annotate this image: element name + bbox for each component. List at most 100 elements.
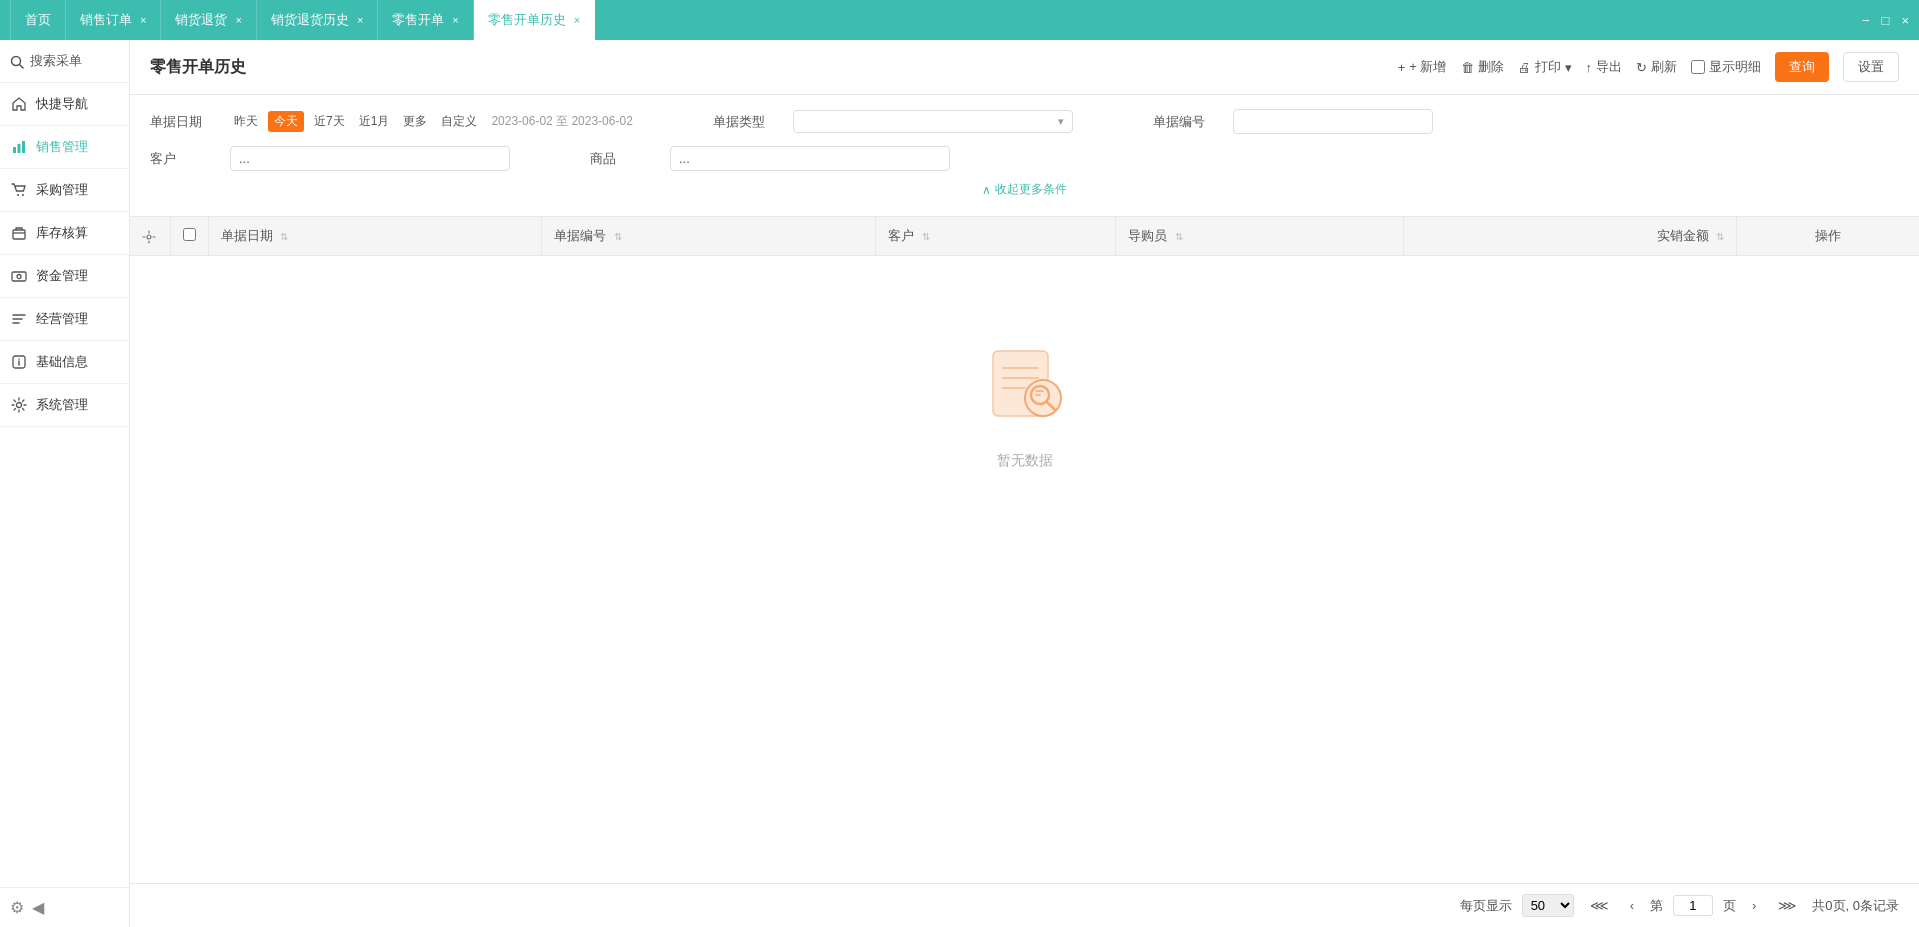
sidebar-item-basic-info[interactable]: 基础信息 <box>0 341 129 384</box>
sidebar-item-basic-info-label: 基础信息 <box>36 353 88 371</box>
date-btn-custom[interactable]: 自定义 <box>437 111 481 132</box>
sidebar-search[interactable]: 搜索采单 <box>0 40 129 83</box>
date-btn-today[interactable]: 今天 <box>268 111 304 132</box>
sidebar-collapse-btn[interactable]: ◀ <box>32 898 44 917</box>
col-amount-sort-icon: ⇅ <box>1716 231 1724 242</box>
sidebar-item-operations[interactable]: 经营管理 <box>0 298 129 341</box>
display-detail-toggle[interactable]: 显示明细 <box>1691 58 1761 76</box>
tab-sales-order[interactable]: 销售订单 × <box>66 0 161 40</box>
next-page-btn[interactable]: › <box>1746 896 1762 915</box>
date-btn-more[interactable]: 更多 <box>399 111 431 132</box>
tab-retail-history-close[interactable]: × <box>574 14 580 26</box>
sidebar-item-quick-nav[interactable]: 快捷导航 <box>0 83 129 126</box>
sidebar-item-purchase[interactable]: 采购管理 <box>0 169 129 212</box>
add-label: + 新增 <box>1409 58 1446 76</box>
last-page-btn[interactable]: ⋙ <box>1772 896 1802 915</box>
sidebar-item-finance[interactable]: 资金管理 <box>0 255 129 298</box>
sidebar-search-label: 搜索采单 <box>30 52 82 70</box>
col-number-label: 单据编号 <box>554 228 606 243</box>
table-header-row: 单据日期 ⇅ 单据编号 ⇅ 客户 ⇅ 导购员 ⇅ <box>130 217 1919 256</box>
refresh-button[interactable]: ↻ 刷新 <box>1636 58 1677 76</box>
empty-illustration <box>975 336 1075 436</box>
top-bar: 首页 销售订单 × 销货退货 × 销货退货历史 × 零售开单 × 零售开单历史 … <box>0 0 1919 40</box>
per-page-select[interactable]: 20 50 100 <box>1522 894 1574 917</box>
print-button[interactable]: 🖨 打印 ▾ <box>1518 58 1572 76</box>
date-btn-1month[interactable]: 近1月 <box>355 111 394 132</box>
type-filter-label: 单据类型 <box>713 113 773 131</box>
per-page-label: 每页显示 <box>1460 897 1512 915</box>
page-input[interactable] <box>1673 895 1713 916</box>
settings-button[interactable]: 设置 <box>1843 52 1899 82</box>
data-table: 单据日期 ⇅ 单据编号 ⇅ 客户 ⇅ 导购员 ⇅ <box>130 217 1919 256</box>
tab-retail-order-label: 零售开单 <box>392 11 444 29</box>
select-all-checkbox[interactable] <box>183 228 196 241</box>
export-label: 导出 <box>1596 58 1622 76</box>
tab-return-history[interactable]: 销货退货历史 × <box>257 0 378 40</box>
col-customer-label: 客户 <box>888 228 914 243</box>
prev-page-btn[interactable]: ‹ <box>1624 896 1640 915</box>
window-min-btn[interactable]: − <box>1862 13 1870 28</box>
delete-button[interactable]: 🗑 删除 <box>1461 58 1504 76</box>
add-button[interactable]: + + 新增 <box>1398 58 1447 76</box>
export-icon: ↑ <box>1586 60 1593 75</box>
display-detail-label: 显示明细 <box>1709 58 1761 76</box>
tab-home-label: 首页 <box>25 11 51 29</box>
sidebar-item-sales[interactable]: 销售管理 <box>0 126 129 169</box>
number-filter-input[interactable] <box>1233 109 1433 134</box>
date-filter-buttons: 昨天 今天 近7天 近1月 更多 自定义 2023-06-02 至 2023-0… <box>230 111 633 132</box>
main-layout: 搜索采单 快捷导航 销售管理 采购管理 库存核算 <box>0 40 1919 927</box>
cart-icon <box>10 181 28 199</box>
tab-home[interactable]: 首页 <box>10 0 66 40</box>
col-date-label: 单据日期 <box>221 228 273 243</box>
svg-rect-2 <box>13 147 16 153</box>
type-filter-select[interactable]: ▾ <box>793 110 1073 133</box>
col-date[interactable]: 单据日期 ⇅ <box>208 217 542 256</box>
col-customer[interactable]: 客户 ⇅ <box>876 217 1116 256</box>
customer-filter-select[interactable]: ... <box>230 146 510 171</box>
goods-filter-label: 商品 <box>590 150 650 168</box>
svg-rect-4 <box>22 141 25 153</box>
sidebar-item-system-label: 系统管理 <box>36 396 88 414</box>
filter-row-1: 单据日期 昨天 今天 近7天 近1月 更多 自定义 2023-06-02 至 2… <box>150 109 1899 134</box>
svg-rect-7 <box>13 230 25 239</box>
first-page-btn[interactable]: ⋘ <box>1584 896 1614 915</box>
sidebar-item-purchase-label: 采购管理 <box>36 181 88 199</box>
col-number[interactable]: 单据编号 ⇅ <box>542 217 876 256</box>
window-max-btn[interactable]: □ <box>1882 13 1890 28</box>
collapse-filters-btn[interactable]: ∧ 收起更多条件 <box>978 177 1071 202</box>
refresh-label: 刷新 <box>1651 58 1677 76</box>
window-close-btn[interactable]: × <box>1901 13 1909 28</box>
total-info: 共0页, 0条记录 <box>1812 897 1899 915</box>
bar-icon <box>10 310 28 328</box>
col-amount[interactable]: 实销金额 ⇅ <box>1403 217 1737 256</box>
sidebar-item-system[interactable]: 系统管理 <box>0 384 129 427</box>
home-icon <box>10 95 28 113</box>
tab-return-close[interactable]: × <box>235 14 241 26</box>
svg-point-5 <box>17 194 19 196</box>
tab-return-history-label: 销货退货历史 <box>271 11 349 29</box>
tab-sales-order-close[interactable]: × <box>140 14 146 26</box>
sidebar-settings-btn[interactable]: ⚙ <box>10 898 24 917</box>
date-btn-yesterday[interactable]: 昨天 <box>230 111 262 132</box>
tab-return-history-close[interactable]: × <box>357 14 363 26</box>
col-salesperson[interactable]: 导购员 ⇅ <box>1116 217 1403 256</box>
sidebar-item-inventory[interactable]: 库存核算 <box>0 212 129 255</box>
table-area: 单据日期 ⇅ 单据编号 ⇅ 客户 ⇅ 导购员 ⇅ <box>130 217 1919 883</box>
export-button[interactable]: ↑ 导出 <box>1586 58 1623 76</box>
tab-retail-history[interactable]: 零售开单历史 × <box>474 0 595 40</box>
display-detail-checkbox[interactable] <box>1691 60 1705 74</box>
goods-filter-select[interactable]: ... <box>670 146 950 171</box>
svg-point-6 <box>22 194 24 196</box>
col-checkbox[interactable] <box>170 217 208 256</box>
page-label: 第 <box>1650 897 1663 915</box>
tab-retail-order[interactable]: 零售开单 × <box>378 0 473 40</box>
chart-icon <box>10 138 28 156</box>
tab-return[interactable]: 销货退货 × <box>161 0 256 40</box>
date-btn-7days[interactable]: 近7天 <box>310 111 349 132</box>
query-button[interactable]: 查询 <box>1775 52 1829 82</box>
svg-rect-3 <box>18 144 21 153</box>
tab-retail-order-close[interactable]: × <box>452 14 458 26</box>
svg-point-16 <box>18 358 20 360</box>
sidebar-item-sales-label: 销售管理 <box>36 138 88 156</box>
col-settings[interactable] <box>130 217 170 256</box>
